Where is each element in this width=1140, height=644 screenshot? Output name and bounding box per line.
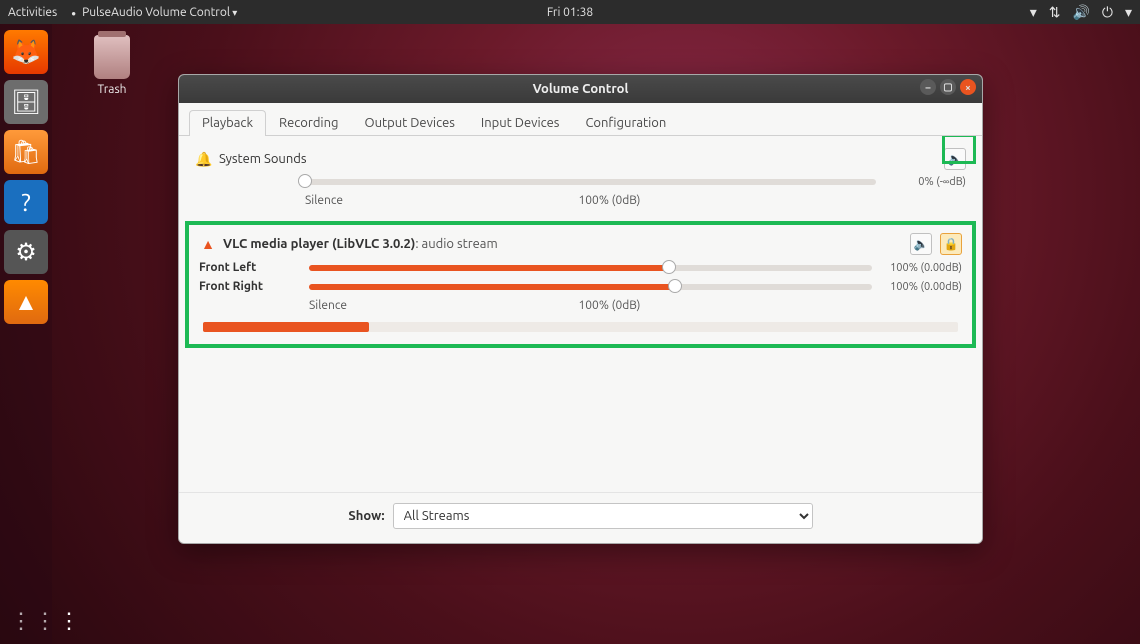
lock-channels-button[interactable]: 🔒 <box>940 233 962 255</box>
vlc-icon: ▲ <box>199 236 217 252</box>
show-filter-select[interactable]: All Streams <box>393 503 813 529</box>
scale-100: 100% (0dB) <box>579 299 641 312</box>
window-title: Volume Control <box>533 82 629 96</box>
stream-title: VLC media player (LibVLC 3.0.2) <box>223 237 415 251</box>
volume-value: 100% (0.00dB) <box>882 262 962 274</box>
network-icon[interactable]: ⇅ <box>1049 4 1061 21</box>
window-minimize-button[interactable]: – <box>920 79 936 95</box>
launcher-software-icon[interactable]: 🛍 <box>4 130 48 174</box>
tab-recording[interactable]: Recording <box>266 110 351 136</box>
trash-label: Trash <box>82 83 142 96</box>
highlighted-vlc-stream: ▲ VLC media player (LibVLC 3.0.2) : audi… <box>185 221 976 348</box>
system-menu-chevron-icon[interactable]: ▾ <box>1125 4 1132 21</box>
stream-desc: : audio stream <box>415 237 497 251</box>
tab-configuration[interactable]: Configuration <box>572 110 679 136</box>
system-sounds-icon: 🔔 <box>195 151 213 168</box>
launcher-firefox-icon[interactable]: 🦊 <box>4 30 48 74</box>
channel-label: Front Left <box>199 261 299 274</box>
footer-bar: Show: All Streams <box>179 492 982 543</box>
tab-playback[interactable]: Playback <box>189 110 266 136</box>
volume-control-window: Volume Control – ▢ × Playback Recording … <box>178 74 983 544</box>
window-close-button[interactable]: × <box>960 79 976 95</box>
tab-output-devices[interactable]: Output Devices <box>351 110 467 136</box>
scale-silence: Silence <box>309 299 347 312</box>
highlight-lock-annotation <box>942 136 976 164</box>
volume-slider[interactable] <box>305 179 876 185</box>
scale-silence: Silence <box>305 194 343 207</box>
volume-value: 0% (-∞dB) <box>886 176 966 188</box>
stream-title: System Sounds <box>219 152 307 166</box>
activities-button[interactable]: Activities <box>8 6 57 19</box>
launcher-help-icon[interactable]: ? <box>4 180 48 224</box>
channel-label: Front Right <box>199 280 299 293</box>
scale-100: 100% (0dB) <box>579 194 641 207</box>
tab-bar: Playback Recording Output Devices Input … <box>179 103 982 136</box>
launcher-settings-icon[interactable]: ⚙ <box>4 230 48 274</box>
channel-row-front-left: Front Left 100% (0.00dB) <box>199 261 962 274</box>
channel-row-front-right: Front Right 100% (0.00dB) <box>199 280 962 293</box>
clock[interactable]: Fri 01:38 <box>547 6 593 19</box>
mute-button[interactable]: 🔈 <box>910 233 932 255</box>
power-icon[interactable]: ⏻ <box>1102 4 1113 21</box>
playback-content: 🔔 System Sounds 🔈 0% (-∞dB) Silence 100%… <box>179 136 982 543</box>
stream-vlc: ▲ VLC media player (LibVLC 3.0.2) : audi… <box>199 233 962 332</box>
volume-value: 100% (0.00dB) <box>882 281 962 293</box>
tray-vlc-icon[interactable]: ▾ <box>1030 4 1037 21</box>
launcher-vlc-icon[interactable]: ▲ <box>4 280 48 324</box>
desktop-trash[interactable]: Trash <box>82 35 142 96</box>
app-indicator[interactable]: PulseAudio Volume Control <box>71 6 237 19</box>
volume-slider-front-left[interactable] <box>309 265 872 271</box>
vu-meter <box>203 322 958 332</box>
tab-input-devices[interactable]: Input Devices <box>468 110 573 136</box>
stream-system-sounds: 🔔 System Sounds 🔈 0% (-∞dB) Silence 100%… <box>195 148 966 207</box>
launcher-dock: 🦊 🗄 🛍 ? ⚙ ▲ <box>0 24 52 644</box>
volume-slider-front-right[interactable] <box>309 284 872 290</box>
window-titlebar[interactable]: Volume Control – ▢ × <box>179 75 982 103</box>
trash-icon <box>94 35 130 79</box>
show-label: Show: <box>348 509 384 523</box>
launcher-files-icon[interactable]: 🗄 <box>4 80 48 124</box>
sound-icon[interactable]: 🔊 <box>1072 4 1089 21</box>
top-bar: Activities PulseAudio Volume Control Fri… <box>0 0 1140 24</box>
window-maximize-button[interactable]: ▢ <box>940 79 956 95</box>
